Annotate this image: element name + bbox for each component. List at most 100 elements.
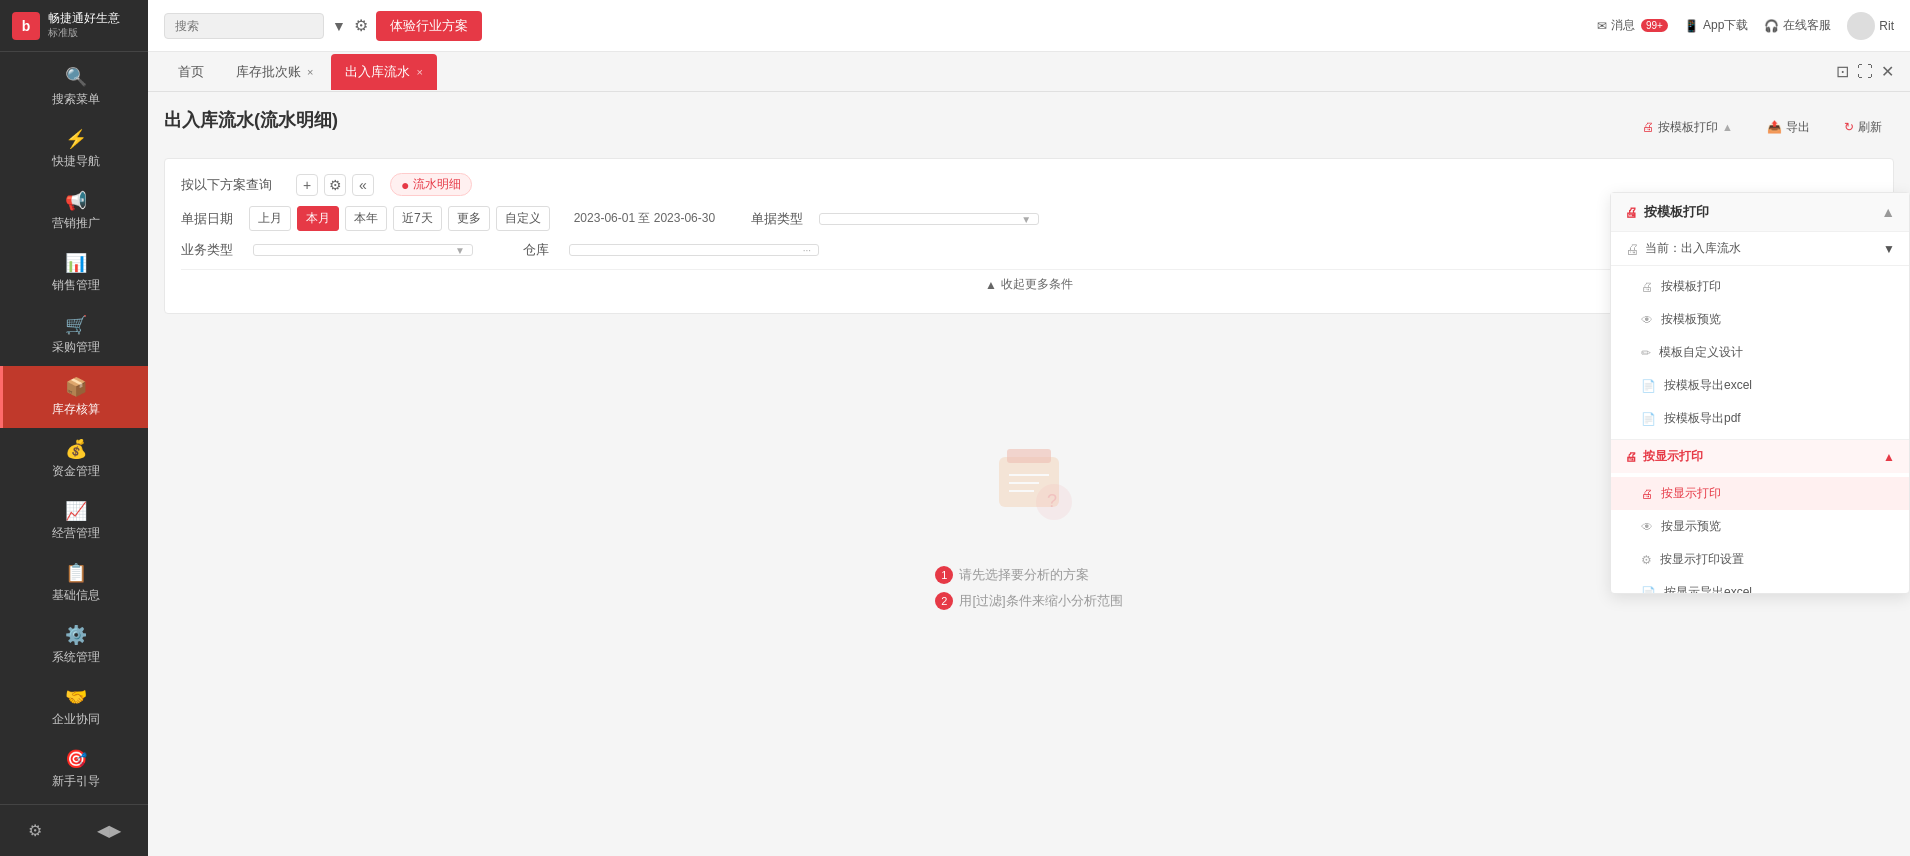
dropdown-header: 🖨 按模板打印 ▲ [1611, 193, 1909, 232]
template-design-icon: ✏ [1641, 346, 1651, 360]
warehouse-select[interactable] [569, 244, 819, 256]
sidebar-item-enterprise[interactable]: 🤝企业协同 [0, 676, 148, 738]
dropdown-item-display-excel[interactable]: 📄 按显示导出excel [1611, 576, 1909, 593]
print-template-button[interactable]: 🖨 按模板打印 ▲ [1630, 113, 1745, 142]
sidebar-item-inventory[interactable]: 📦库存核算 [0, 366, 148, 428]
tab-batch[interactable]: 库存批次账 × [222, 54, 327, 90]
user-menu[interactable]: Rit [1847, 12, 1894, 40]
tab-flow[interactable]: 出入库流水 × [331, 54, 436, 90]
template-print-icon: 🖨 [1641, 280, 1653, 294]
dropdown-item-template-preview[interactable]: 👁 按模板预览 [1611, 303, 1909, 336]
search-icon: 🔍 [65, 66, 87, 88]
customer-service-button[interactable]: 🎧 在线客服 [1764, 17, 1831, 34]
guide-icon: 🎯 [65, 748, 87, 770]
sidebar-item-quick-nav[interactable]: ⚡ 快捷导航 [0, 118, 148, 180]
purchase-icon: 🛒 [65, 314, 87, 336]
tab-batch-label: 库存批次账 [236, 63, 301, 81]
biz-type-label: 业务类型 [181, 241, 233, 259]
display-print-header-left: 🖨 按显示打印 [1625, 448, 1703, 465]
empty-tip-2-text: 用[过滤]条件来缩小分析范围 [959, 588, 1122, 614]
export-icon: 📤 [1767, 120, 1782, 134]
printer-icon-2: 🖨 [1625, 205, 1638, 220]
phone-icon: 📱 [1684, 19, 1699, 33]
user-name: Rit [1879, 19, 1894, 33]
dropdown-item-template-pdf[interactable]: 📄 按模板导出pdf [1611, 402, 1909, 435]
dropdown-title-label: 按模板打印 [1644, 203, 1709, 221]
operations-icon: 📈 [65, 500, 87, 522]
date-this-month[interactable]: 本月 [297, 206, 339, 231]
collapse-filter-button[interactable]: « [352, 174, 374, 196]
dropdown-item-display-settings[interactable]: ⚙ 按显示打印设置 [1611, 543, 1909, 576]
doc-type-select[interactable] [819, 213, 1039, 225]
settings-icon[interactable]: ⚙ [22, 815, 48, 846]
sidebar-item-label-system: 系统管理 [52, 649, 100, 666]
collapse-sidebar-icon[interactable]: ◀▶ [91, 815, 127, 846]
print-template-label: 按模板打印 [1658, 119, 1718, 136]
sidebar-item-purchase[interactable]: 🛒采购管理 [0, 304, 148, 366]
filter-tag[interactable]: ● 流水明细 [390, 173, 472, 196]
biz-type-select[interactable] [253, 244, 473, 256]
warehouse-label: 仓库 [523, 241, 549, 259]
sidebar-item-label-quick-nav: 快捷导航 [52, 153, 100, 170]
display-print-section-header[interactable]: 🖨 按显示打印 ▲ [1611, 440, 1909, 473]
tab-batch-close-icon[interactable]: × [307, 66, 313, 78]
sidebar-item-guide[interactable]: 🎯新手引导 [0, 738, 148, 800]
dropdown-close-icon[interactable]: ▲ [1881, 204, 1895, 220]
tab-home[interactable]: 首页 [164, 54, 218, 90]
message-button[interactable]: ✉ 消息 99+ [1597, 17, 1668, 34]
sidebar-item-label-basic: 基础信息 [52, 587, 100, 604]
sidebar-item-operations[interactable]: 📈经营管理 [0, 490, 148, 552]
user-avatar [1847, 12, 1875, 40]
sidebar-item-sales[interactable]: 📊销售管理 [0, 242, 148, 304]
add-filter-button[interactable]: + [296, 174, 318, 196]
system-icon: ⚙️ [65, 624, 87, 646]
restore-window-icon[interactable]: ⊡ [1836, 62, 1849, 81]
sidebar-item-search[interactable]: 🔍 搜索菜单 [0, 56, 148, 118]
sidebar-item-finance[interactable]: 💰资金管理 [0, 428, 148, 490]
app-download-button[interactable]: 📱 App下载 [1684, 17, 1748, 34]
svg-text:?: ? [1047, 491, 1057, 511]
date-custom[interactable]: 自定义 [496, 206, 550, 231]
date-last-7days[interactable]: 近7天 [393, 206, 442, 231]
finance-icon: 💰 [65, 438, 87, 460]
app-download-label: App下载 [1703, 17, 1748, 34]
quick-nav-icon: ⚡ [65, 128, 87, 150]
template-print-section: 🖨 按模板打印 👁 按模板预览 ✏ 模板自定义设计 📄 按模板导出excel [1611, 266, 1909, 440]
expand-window-icon[interactable]: ⛶ [1857, 63, 1873, 81]
display-print-item-icon: 🖨 [1641, 487, 1653, 501]
sidebar-item-label-enterprise: 企业协同 [52, 711, 100, 728]
search-input[interactable] [164, 13, 324, 39]
sidebar-item-basic[interactable]: 📋基础信息 [0, 552, 148, 614]
dropdown-scrollable: 🖨 按模板打印 ▲ 🖨 当前：出入库流水 ▼ 🖨 按模板打印 [1611, 193, 1909, 593]
date-last-month[interactable]: 上月 [249, 206, 291, 231]
date-shortcuts: 上月 本月 本年 近7天 更多 自定义 [249, 206, 550, 231]
topbar-gear-icon[interactable]: ⚙ [354, 16, 368, 35]
sidebar-bottom: ⚙ ◀▶ [0, 804, 148, 856]
date-more[interactable]: 更多 [448, 206, 490, 231]
tab-flow-close-icon[interactable]: × [416, 66, 422, 78]
display-settings-icon: ⚙ [1641, 553, 1652, 567]
sidebar-item-system[interactable]: ⚙️ 系统管理 [0, 614, 148, 676]
dropdown-item-template-excel[interactable]: 📄 按模板导出excel [1611, 369, 1909, 402]
tabbar: 首页 库存批次账 × 出入库流水 × ⊡ ⛶ ✕ [148, 52, 1910, 92]
date-this-year[interactable]: 本年 [345, 206, 387, 231]
close-window-icon[interactable]: ✕ [1881, 62, 1894, 81]
sidebar-item-label-search: 搜索菜单 [52, 91, 100, 108]
sidebar-item-marketing[interactable]: 📢营销推广 [0, 180, 148, 242]
topbar: ▼ ⚙ 体验行业方案 ✉ 消息 99+ 📱 App下载 🎧 在线客服 Rit [148, 0, 1910, 52]
dropdown-item-display-print[interactable]: 🖨 按显示打印 [1611, 477, 1909, 510]
dropdown-title: 🖨 按模板打印 [1625, 203, 1709, 221]
dropdown-item-template-design[interactable]: ✏ 模板自定义设计 [1611, 336, 1909, 369]
refresh-button[interactable]: ↻ 刷新 [1832, 113, 1894, 142]
display-preview-icon: 👁 [1641, 520, 1653, 534]
date-label: 单据日期 [181, 210, 233, 228]
inventory-icon: 📦 [65, 376, 87, 398]
export-button[interactable]: 📤 导出 [1755, 113, 1822, 142]
doc-type-select-wrapper: ▼ [819, 213, 1039, 225]
trial-button[interactable]: 体验行业方案 [376, 11, 482, 41]
empty-tip-1: 1 请先选择要分析的方案 [935, 562, 1122, 588]
dropdown-item-display-preview[interactable]: 👁 按显示预览 [1611, 510, 1909, 543]
config-filter-button[interactable]: ⚙ [324, 174, 346, 196]
dropdown-item-template-print[interactable]: 🖨 按模板打印 [1611, 270, 1909, 303]
search-dropdown-icon[interactable]: ▼ [332, 18, 346, 34]
